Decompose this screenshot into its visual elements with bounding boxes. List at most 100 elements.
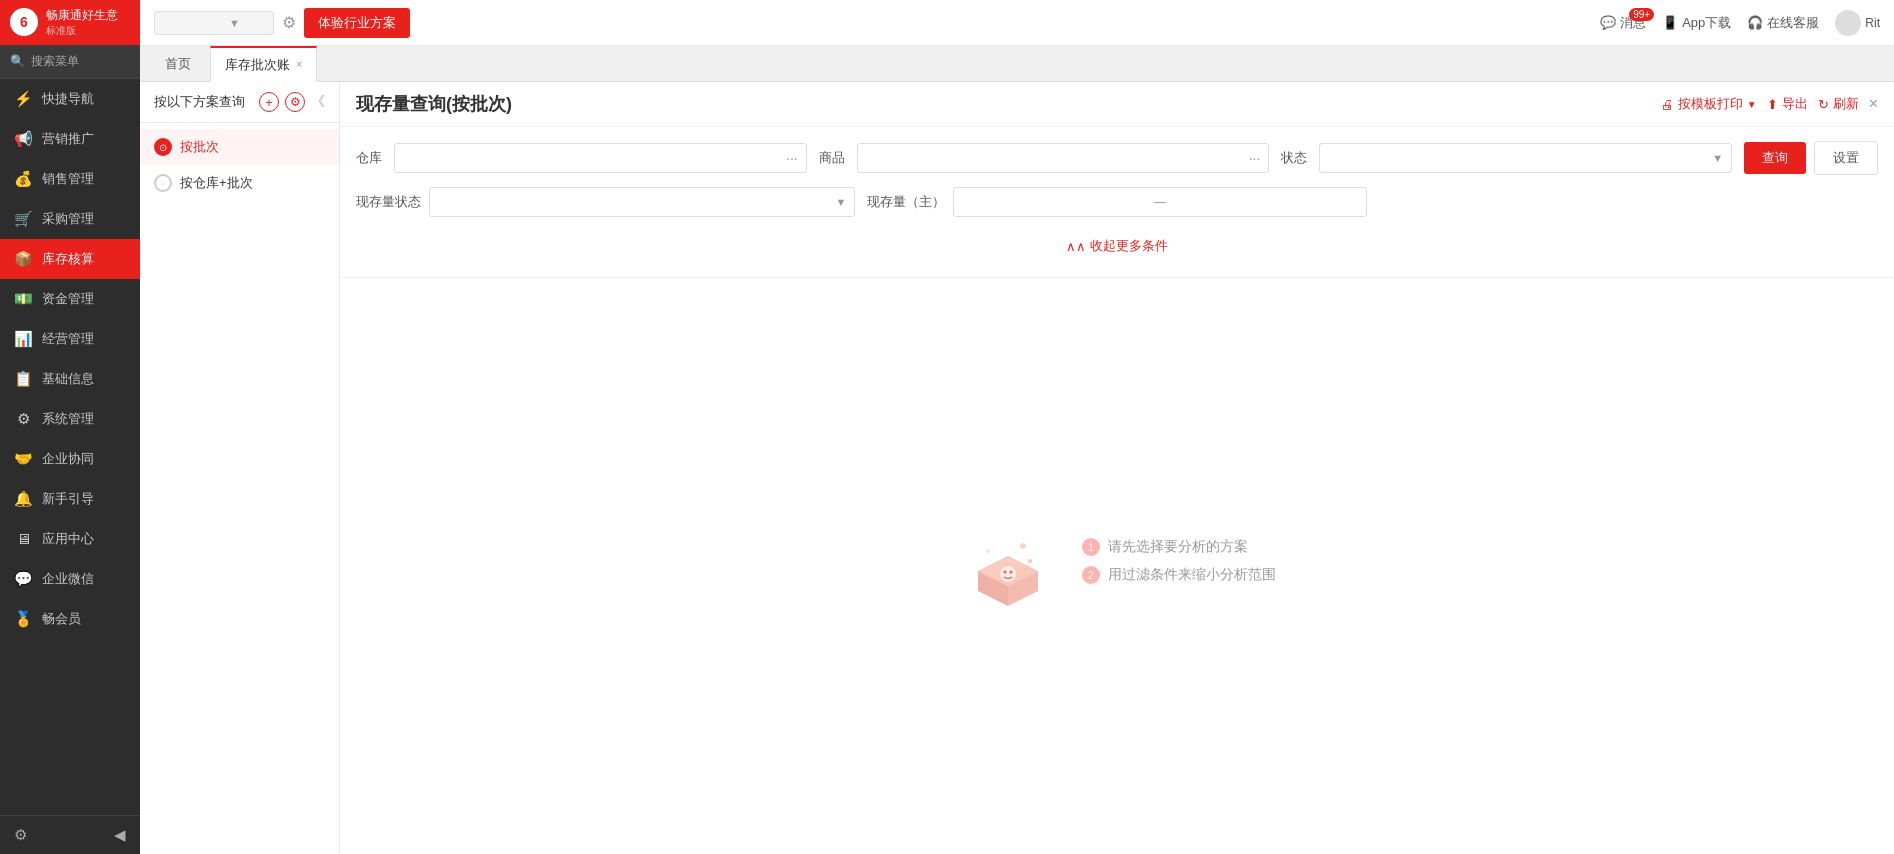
sidebar-nav: ⚡ 快捷导航 📢 营销推广 💰 销售管理 🛒 采购管理 📦 库存核算 💵 资金管… [0, 79, 140, 815]
sidebar-item-caigou[interactable]: 🛒 采购管理 [0, 199, 140, 239]
sidebar-item-jichu[interactable]: 📋 基础信息 [0, 359, 140, 399]
range-dash: — [1154, 195, 1166, 209]
sidebar-item-zijin[interactable]: 💵 资金管理 [0, 279, 140, 319]
query-button[interactable]: 查询 [1744, 142, 1806, 174]
sidebar-item-weixin[interactable]: 💬 企业微信 [0, 559, 140, 599]
print-button[interactable]: 🖨 按模板打印 ▼ [1661, 95, 1757, 113]
plan-item-cangku-pici[interactable]: ○ 按仓库+批次 [140, 165, 339, 201]
qiye-icon: 🤝 [14, 450, 32, 468]
headset-icon: 🎧 [1747, 15, 1763, 30]
export-button[interactable]: ⬆ 导出 [1767, 95, 1808, 113]
plan-item-pici[interactable]: ⊙ 按批次 [140, 129, 339, 165]
app-subtitle: 标准版 [46, 24, 118, 37]
left-panel-header: 按以下方案查询 + ⚙ 《 [140, 82, 339, 123]
search-menu-label: 搜索菜单 [31, 53, 79, 70]
refresh-button[interactable]: ↻ 刷新 [1818, 95, 1859, 113]
tab-kucun-label: 库存批次账 [225, 56, 290, 74]
plan-settings-button[interactable]: ⚙ [285, 92, 305, 112]
svg-point-6 [1010, 571, 1013, 574]
sidebar-item-xinshou[interactable]: 🔔 新手引导 [0, 479, 140, 519]
warehouse-input[interactable]: ··· [394, 143, 807, 173]
empty-box-icon [958, 516, 1058, 616]
plan-inactive-icon: ○ [154, 174, 172, 192]
tab-kucun[interactable]: 库存批次账 × [210, 46, 317, 82]
warehouse-more-icon[interactable]: ··· [786, 150, 798, 166]
sidebar-item-kuaijie[interactable]: ⚡ 快捷导航 [0, 79, 140, 119]
kucun-icon: 📦 [14, 250, 32, 268]
svg-point-7 [1020, 543, 1026, 549]
sidebar-item-huiyuan[interactable]: 🏅 畅会员 [0, 599, 140, 639]
settings-bottom-icon[interactable]: ⚙ [14, 826, 27, 844]
tab-home[interactable]: 首页 [150, 46, 206, 81]
refresh-icon: ↻ [1818, 97, 1829, 112]
xinshou-icon: 🔔 [14, 490, 32, 508]
inv-status-arrow-icon: ▼ [835, 196, 846, 208]
app-title: 畅康通好生意 [46, 8, 118, 24]
user-name: Rit [1865, 16, 1880, 30]
filter-status: 状态 ▼ [1281, 143, 1732, 173]
hint-2-text: 用过滤条件来缩小分析范围 [1108, 566, 1276, 584]
add-plan-button[interactable]: + [259, 92, 279, 112]
settings-button[interactable]: 设置 [1814, 141, 1878, 175]
topbar-search-area[interactable]: ▼ [154, 11, 274, 35]
filter-area: 仓库 ··· 商品 ··· 状态 [340, 127, 1894, 278]
yingyong-icon: 🖥 [14, 530, 32, 547]
trial-button[interactable]: 体验行业方案 [304, 8, 410, 38]
topbar-dropdown-icon[interactable]: ▼ [229, 17, 240, 29]
collapse-sidebar-icon[interactable]: ◀ [114, 826, 126, 844]
status-arrow-icon: ▼ [1712, 152, 1723, 164]
search-menu-button[interactable]: 🔍 搜索菜单 [0, 45, 140, 79]
close-right-panel-button[interactable]: × [1869, 95, 1878, 113]
collapse-filters-icon: ∧∧ [1066, 239, 1086, 254]
tab-close-icon[interactable]: × [296, 59, 302, 70]
xitong-icon: ⚙ [14, 410, 32, 428]
hint-1-text: 请先选择要分析的方案 [1108, 538, 1248, 556]
inventory-qty-label: 现存量（主） [867, 193, 945, 211]
huiyuan-icon: 🏅 [14, 610, 32, 628]
sidebar-item-qiye[interactable]: 🤝 企业协同 [0, 439, 140, 479]
filter-warehouse: 仓库 ··· [356, 143, 807, 173]
svg-point-4 [1000, 566, 1016, 582]
zijin-icon: 💵 [14, 290, 32, 308]
sidebar-item-kucun[interactable]: 📦 库存核算 [0, 239, 140, 279]
user-area[interactable]: Rit [1835, 10, 1880, 36]
app-logo: 6 [10, 8, 38, 36]
print-icon: 🖨 [1661, 97, 1674, 112]
step-1-num: 1 [1082, 538, 1100, 556]
topbar-left: ▼ ⚙ 体验行业方案 [154, 8, 1590, 38]
sidebar-item-yingxiao[interactable]: 📢 营销推广 [0, 119, 140, 159]
product-more-icon[interactable]: ··· [1249, 150, 1261, 166]
sidebar-item-jingying[interactable]: 📊 经营管理 [0, 319, 140, 359]
page-title: 现存量查询(按批次) [356, 92, 512, 116]
print-dropdown-icon[interactable]: ▼ [1747, 99, 1757, 110]
sidebar-item-xiaoshou[interactable]: 💰 销售管理 [0, 159, 140, 199]
topbar-search-input[interactable] [163, 16, 223, 30]
app-download-button[interactable]: 📱 App下载 [1662, 14, 1731, 32]
online-service-button[interactable]: 🎧 在线客服 [1747, 14, 1819, 32]
xiaoshou-icon: 💰 [14, 170, 32, 188]
product-input[interactable]: ··· [857, 143, 1270, 173]
messages-badge: 99+ [1629, 8, 1654, 21]
sidebar: 6 畅康通好生意 标准版 🔍 搜索菜单 ⚡ 快捷导航 📢 营销推广 💰 销售管理… [0, 0, 140, 854]
plan-header-actions: + ⚙ 《 [259, 92, 325, 112]
sidebar-item-xitong[interactable]: ⚙ 系统管理 [0, 399, 140, 439]
tab-home-label: 首页 [165, 55, 191, 73]
warehouse-label: 仓库 [356, 149, 386, 167]
inventory-qty-range[interactable]: — [953, 187, 1366, 217]
svg-point-8 [986, 549, 990, 553]
inventory-status-select[interactable]: ▼ [429, 187, 855, 217]
yingxiao-icon: 📢 [14, 130, 32, 148]
plan-query-label: 按以下方案查询 [154, 93, 245, 111]
search-icon: 🔍 [10, 54, 25, 68]
topbar-gear-icon[interactable]: ⚙ [282, 13, 296, 32]
sidebar-item-yingyong[interactable]: 🖥 应用中心 [0, 519, 140, 559]
collapse-left-panel-button[interactable]: 《 [311, 93, 325, 111]
messages-button[interactable]: 💬 消息 99+ [1600, 14, 1646, 32]
status-select[interactable]: ▼ [1319, 143, 1732, 173]
collapse-filters-button[interactable]: ∧∧ 收起更多条件 [356, 229, 1878, 263]
caigou-icon: 🛒 [14, 210, 32, 228]
jingying-icon: 📊 [14, 330, 32, 348]
filter-row-2: 现存量状态 ▼ 现存量（主） — [356, 187, 1878, 217]
app-download-label: App下载 [1682, 14, 1731, 32]
filter-row-1: 仓库 ··· 商品 ··· 状态 [356, 141, 1878, 175]
